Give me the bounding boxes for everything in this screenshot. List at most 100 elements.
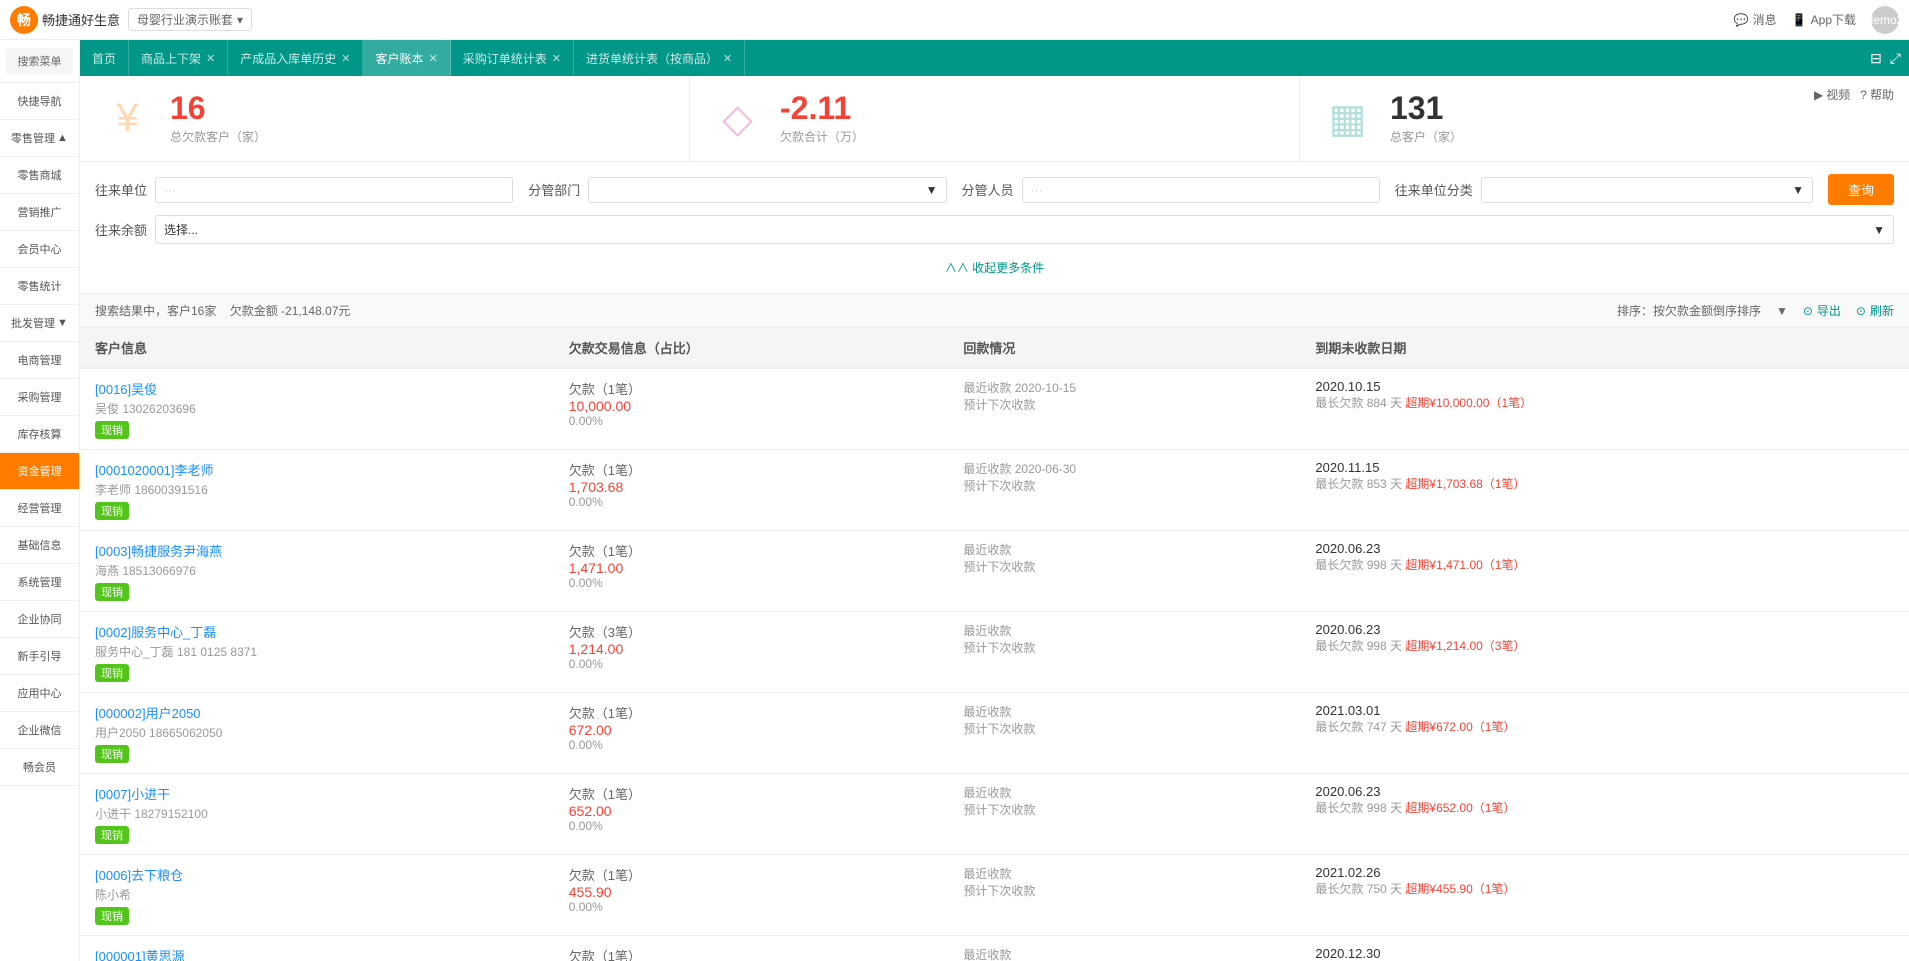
customer-name-4[interactable]: [000002]用户2050	[95, 703, 539, 722]
tab-home[interactable]: 首页	[80, 40, 129, 76]
top-bar-right: 💬 消息 📱 App下载 demo2	[1734, 6, 1899, 34]
message-btn[interactable]: 💬 消息	[1734, 11, 1777, 28]
sidebar-item-retail-mgmt[interactable]: 零售管理 ▲	[0, 120, 79, 157]
search-button[interactable]: 查询	[1828, 174, 1894, 205]
last-payment-3: 最近收款	[963, 622, 1285, 639]
overdue-link-4[interactable]: 超期¥672.00（1笔）	[1405, 720, 1515, 734]
customer-phone-3: 服务中心_丁磊 181 0125 8371	[95, 643, 539, 660]
balance-select[interactable]: 选择... ▼	[155, 215, 1894, 244]
customer-name-5[interactable]: [0007]小进干	[95, 784, 539, 803]
customer-phone-1: 李老师 18600391516	[95, 481, 539, 498]
debt-amount-6[interactable]: 455.90	[569, 884, 934, 900]
tab-customer-account[interactable]: 客户账本 ✕	[363, 40, 450, 76]
sidebar-item-ops[interactable]: 经营管理	[0, 490, 79, 527]
from-unit-dots: ···	[164, 183, 176, 197]
sidebar-item-ecommerce[interactable]: 电商管理	[0, 342, 79, 379]
sidebar-item-marketing[interactable]: 营销推广	[0, 194, 79, 231]
tab-collapse-btn[interactable]: ⊟	[1870, 50, 1882, 67]
export-btn[interactable]: ⊙ 导出	[1803, 302, 1841, 319]
tab-customer-account-label: 客户账本	[375, 50, 423, 67]
sidebar-item-finance[interactable]: 资金管理	[0, 453, 79, 490]
tab-product-history[interactable]: 产成品入库单历史 ✕	[228, 40, 363, 76]
debt-amount-2[interactable]: 1,471.00	[569, 560, 934, 576]
customer-name-2[interactable]: [0003]畅捷服务尹海燕	[95, 541, 539, 560]
next-payment-1: 预计下次收款	[963, 477, 1285, 494]
table-row: [0016]吴俊 吴俊 13026203696 现销 欠款（1笔） 10,000…	[80, 368, 1909, 450]
sidebar-item-purchase[interactable]: 采购管理	[0, 379, 79, 416]
unit-category-select[interactable]: ▼	[1481, 177, 1813, 203]
sidebar-item-guide[interactable]: 新手引导	[0, 638, 79, 675]
table-row: [0003]畅捷服务尹海燕 海燕 18513066976 现销 欠款（1笔） 1…	[80, 531, 1909, 612]
total-customers-info: 131 总客户（家）	[1390, 92, 1462, 145]
overdue-days-6: 最长欠款 750 天 超期¥455.90（1笔）	[1315, 880, 1894, 897]
tab-purchase-stats[interactable]: 采购订单统计表 ✕	[451, 40, 574, 76]
overdue-link-5[interactable]: 超期¥652.00（1笔）	[1405, 801, 1515, 815]
store-select[interactable]: 母婴行业演示账套 ▾	[128, 8, 252, 31]
overdue-link-2[interactable]: 超期¥1,471.00（1笔）	[1405, 558, 1525, 572]
overdue-link-3[interactable]: 超期¥1,214.00（3笔）	[1405, 639, 1525, 653]
tab-purchase-goods-stats-close[interactable]: ✕	[723, 52, 732, 65]
refresh-label: 刷新	[1870, 302, 1894, 319]
message-label: 消息	[1753, 11, 1777, 28]
dept-arrow: ▼	[926, 183, 938, 197]
manager-input[interactable]: ···	[1022, 177, 1380, 203]
debt-amount-5[interactable]: 652.00	[569, 803, 934, 819]
debt-amount-3[interactable]: 1,214.00	[569, 641, 934, 657]
refresh-btn[interactable]: ⊙ 刷新	[1856, 302, 1894, 319]
tab-purchase-goods-stats[interactable]: 进货单统计表（按商品） ✕	[574, 40, 745, 76]
debt-text: 欠款金额 -21,148.07元	[230, 304, 351, 318]
sidebar-item-inventory[interactable]: 库存核算	[0, 416, 79, 453]
sidebar-item-wechat[interactable]: 企业微信	[0, 712, 79, 749]
debt-amount-1[interactable]: 1,703.68	[569, 479, 934, 495]
tab-product-history-close[interactable]: ✕	[341, 52, 350, 65]
sidebar-item-batch-mgmt[interactable]: 批发管理 ▼	[0, 305, 79, 342]
sidebar-item-enterprise[interactable]: 企业协同	[0, 601, 79, 638]
customer-name-7[interactable]: [000001]黄思源	[95, 946, 539, 961]
overdue-link-1[interactable]: 超期¥1,703.68（1笔）	[1405, 477, 1525, 491]
sidebar-item-quick-nav[interactable]: 快捷导航	[0, 83, 79, 120]
app-name: 畅捷通好生意	[42, 10, 120, 29]
app-download-btn[interactable]: 📱 App下载	[1792, 11, 1856, 28]
table-row: [0001020001]李老师 李老师 18600391516 现销 欠款（1笔…	[80, 450, 1909, 531]
debt-total-number: -2.11	[780, 92, 864, 124]
tab-purchase-stats-close[interactable]: ✕	[552, 52, 561, 65]
retail-mgmt-label: 零售管理	[11, 130, 55, 146]
debt-ratio-1: 0.00%	[569, 495, 934, 509]
help-action[interactable]: ? 帮助	[1860, 86, 1894, 103]
overdue-link-6[interactable]: 超期¥455.90（1笔）	[1405, 882, 1515, 896]
sidebar-item-member[interactable]: 会员中心	[0, 231, 79, 268]
cell-debt-6: 欠款（1笔） 455.90 0.00%	[554, 855, 949, 936]
tab-fullscreen-btn[interactable]: ⤢	[1890, 50, 1901, 67]
retail-mall-label: 零售商城	[18, 170, 62, 182]
sidebar-item-app-center[interactable]: 应用中心	[0, 675, 79, 712]
sidebar-search[interactable]: 搜索菜单	[0, 40, 79, 83]
user-avatar[interactable]: demo2	[1871, 6, 1899, 34]
customer-name-6[interactable]: [0006]去下粮仓	[95, 865, 539, 884]
sidebar-item-retail-stats[interactable]: 零售统计	[0, 268, 79, 305]
tab-purchase-goods-stats-label: 进货单统计表（按商品）	[586, 50, 718, 67]
tab-goods-online[interactable]: 商品上下架 ✕	[129, 40, 228, 76]
cell-due-0: 2020.10.15 最长欠款 884 天 超期¥10,000.00（1笔）	[1300, 368, 1909, 450]
tab-goods-online-close[interactable]: ✕	[206, 52, 215, 65]
customer-tag-0: 现销	[95, 421, 129, 439]
dept-select[interactable]: ▼	[588, 177, 946, 203]
customer-phone-5: 小进干 18279152100	[95, 805, 539, 822]
sidebar-item-system[interactable]: 系统管理	[0, 564, 79, 601]
sidebar-item-vip[interactable]: 畅会员	[0, 749, 79, 786]
debt-amount-0[interactable]: 10,000.00	[569, 398, 934, 414]
debt-amount-4[interactable]: 672.00	[569, 722, 934, 738]
sidebar-item-retail-mall[interactable]: 零售商城	[0, 157, 79, 194]
customer-name-1[interactable]: [0001020001]李老师	[95, 460, 539, 479]
customer-name-3[interactable]: [0002]服务中心_丁磊	[95, 622, 539, 641]
collapse-bar[interactable]: ∧∧ 收起更多条件	[95, 254, 1894, 281]
result-text: 搜索结果中，客户16家	[95, 304, 216, 318]
overdue-link-0[interactable]: 超期¥10,000.00（1笔）	[1405, 396, 1532, 410]
tab-purchase-stats-label: 采购订单统计表	[463, 50, 547, 67]
customer-name-0[interactable]: [0016]吴俊	[95, 379, 539, 398]
video-action[interactable]: ▶ 视频	[1814, 86, 1850, 103]
tab-customer-account-close[interactable]: ✕	[429, 52, 438, 65]
search-menu-btn[interactable]: 搜索菜单	[6, 48, 73, 74]
from-unit-input[interactable]: ···	[155, 177, 513, 203]
next-payment-6: 预计下次收款	[963, 882, 1285, 899]
sidebar-item-basic[interactable]: 基础信息	[0, 527, 79, 564]
